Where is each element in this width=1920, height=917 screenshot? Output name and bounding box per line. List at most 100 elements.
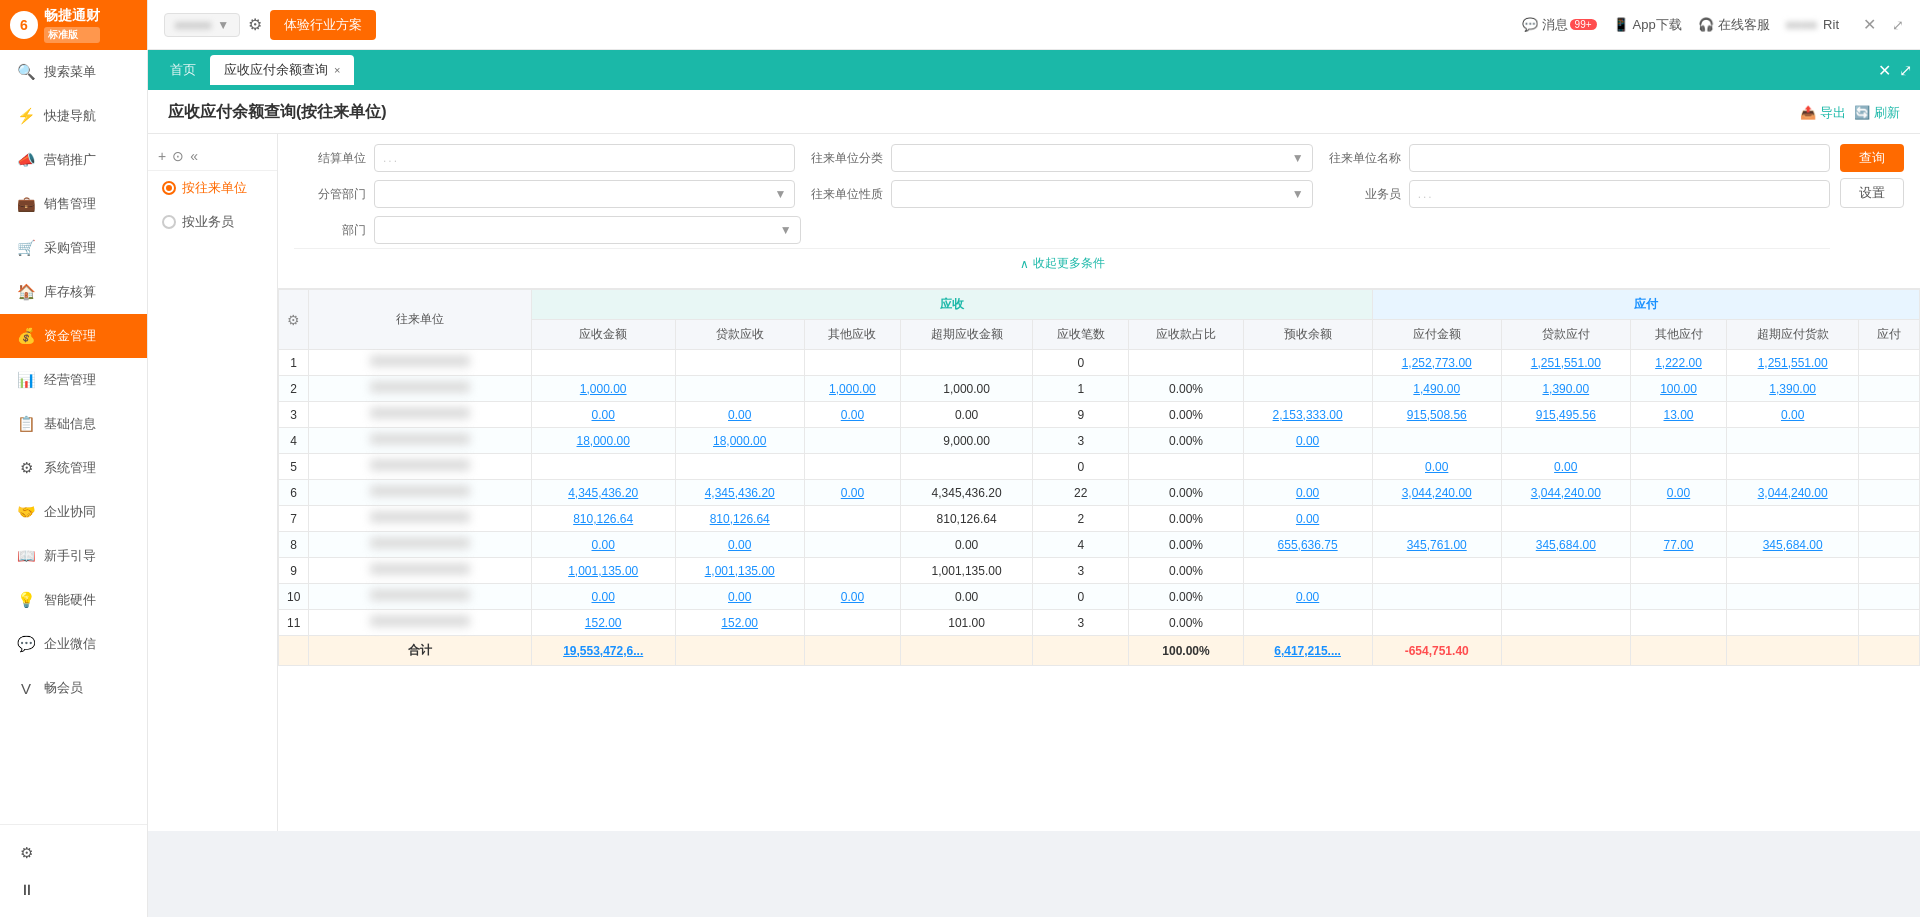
table-cell[interactable] [1243,454,1372,480]
sidebar-item-7[interactable]: 📊经营管理 [0,358,147,402]
table-cell[interactable]: 1,490.00 [1372,376,1501,402]
sidebar-item-9[interactable]: ⚙系统管理 [0,446,147,490]
table-cell[interactable]: 0.00 [675,532,804,558]
settings-btn[interactable]: 设置 [1840,178,1904,208]
table-cell[interactable]: 0.00 [675,402,804,428]
table-cell[interactable] [675,454,804,480]
sidebar-pause[interactable]: ⏸ [0,871,147,907]
table-cell[interactable] [1372,506,1501,532]
table-cell[interactable]: 915,495.56 [1501,402,1630,428]
table-cell[interactable] [1372,558,1501,584]
table-cell[interactable]: 0.00 [531,584,675,610]
sidebar-item-1[interactable]: ⚡快捷导航 [0,94,147,138]
table-cell[interactable]: 0.00 [804,480,900,506]
table-cell[interactable]: 0.00 [675,584,804,610]
footer-prepaid-bal[interactable]: 6,417,215.... [1243,636,1372,666]
table-cell[interactable] [1501,584,1630,610]
tab-close-all-btn[interactable]: ✕ [1878,61,1891,80]
table-cell[interactable] [1630,610,1726,636]
table-cell[interactable] [804,532,900,558]
table-cell[interactable]: 18,000.00 [675,428,804,454]
counterpart-category-input[interactable]: ▼ [891,144,1312,172]
table-cell[interactable]: 0.00 [531,532,675,558]
table-cell[interactable]: 345,684.00 [1727,532,1859,558]
filter-panel-item-salesperson[interactable]: 按业务员 [148,205,277,239]
user-name[interactable]: Rit [1823,17,1839,32]
table-cell[interactable] [675,350,804,376]
table-cell[interactable]: 0.00 [804,584,900,610]
expand-window-btn[interactable]: ⤢ [1892,17,1904,33]
table-cell[interactable]: 100.00 [1630,376,1726,402]
table-cell[interactable]: 810,126.64 [531,506,675,532]
table-cell[interactable]: 4,345,436.20 [531,480,675,506]
table-cell[interactable] [1727,428,1859,454]
table-cell[interactable]: 18,000.00 [531,428,675,454]
table-cell[interactable]: 0.00 [1243,428,1372,454]
table-cell[interactable] [531,454,675,480]
table-cell[interactable]: 345,761.00 [1372,532,1501,558]
tab-active[interactable]: 应收应付余额查询 × [210,55,354,85]
table-cell[interactable]: 0.00 [804,402,900,428]
table-cell[interactable] [1501,558,1630,584]
settings-view-btn[interactable]: ⊙ [172,148,184,164]
filter-panel-item-counterpart[interactable]: 按往来单位 [148,171,277,205]
query-btn[interactable]: 查询 [1840,144,1904,172]
table-cell[interactable] [1501,506,1630,532]
table-cell[interactable] [1630,428,1726,454]
table-cell[interactable] [1372,610,1501,636]
table-cell[interactable]: 1,000.00 [804,376,900,402]
table-cell[interactable]: 3,044,240.00 [1501,480,1630,506]
table-cell[interactable] [1727,610,1859,636]
table-cell[interactable]: 0.00 [1372,454,1501,480]
branch-dept-input[interactable]: ▼ [374,180,795,208]
table-cell[interactable] [1727,558,1859,584]
tab-close-btn[interactable]: × [334,64,340,76]
table-cell[interactable] [1243,350,1372,376]
table-cell[interactable]: 810,126.64 [675,506,804,532]
settlement-unit-input[interactable]: ... [374,144,795,172]
table-cell[interactable]: 0.00 [531,402,675,428]
table-cell[interactable]: 1,390.00 [1727,376,1859,402]
table-cell[interactable] [1243,558,1372,584]
sidebar-item-6[interactable]: 💰资金管理 [0,314,147,358]
table-cell[interactable] [1630,506,1726,532]
sidebar-item-4[interactable]: 🛒采购管理 [0,226,147,270]
table-cell[interactable] [1630,584,1726,610]
sidebar-item-5[interactable]: 🏠库存核算 [0,270,147,314]
app-download-btn[interactable]: 📱 App下载 [1613,16,1682,34]
table-cell[interactable]: 3,044,240.00 [1372,480,1501,506]
table-cell[interactable] [804,454,900,480]
sidebar-item-0[interactable]: 🔍搜索菜单 [0,50,147,94]
sidebar-item-2[interactable]: 📣营销推广 [0,138,147,182]
table-cell[interactable]: 915,508.56 [1372,402,1501,428]
close-window-btn[interactable]: ✕ [1863,15,1876,34]
table-cell[interactable]: 152.00 [675,610,804,636]
sidebar-item-8[interactable]: 📋基础信息 [0,402,147,446]
online-service-btn[interactable]: 🎧 在线客服 [1698,16,1770,34]
sidebar-item-14[interactable]: V畅会员 [0,666,147,710]
table-cell[interactable]: 1,000.00 [531,376,675,402]
sidebar-item-10[interactable]: 🤝企业协同 [0,490,147,534]
add-view-btn[interactable]: + [158,148,166,164]
footer-rec-amount[interactable]: 19,553,472,6... [531,636,675,666]
table-cell[interactable] [1243,610,1372,636]
table-cell[interactable] [1243,376,1372,402]
table-cell[interactable] [804,350,900,376]
sidebar-item-12[interactable]: 💡智能硬件 [0,578,147,622]
table-cell[interactable]: 1,251,551.00 [1727,350,1859,376]
counterpart-name-input[interactable] [1409,144,1830,172]
table-cell[interactable] [804,558,900,584]
table-cell[interactable] [804,506,900,532]
table-cell[interactable]: 1,222.00 [1630,350,1726,376]
table-cell[interactable]: 345,684.00 [1501,532,1630,558]
table-cell[interactable] [675,376,804,402]
table-cell[interactable]: 13.00 [1630,402,1726,428]
messages-btn[interactable]: 💬 消息 99+ [1522,16,1597,34]
table-settings-icon[interactable]: ⚙ [287,312,300,328]
table-cell[interactable] [1372,428,1501,454]
table-cell[interactable]: 77.00 [1630,532,1726,558]
table-cell[interactable] [804,610,900,636]
table-cell[interactable] [1501,428,1630,454]
header-gear-btn[interactable]: ⚙ [248,15,262,34]
sidebar-item-13[interactable]: 💬企业微信 [0,622,147,666]
